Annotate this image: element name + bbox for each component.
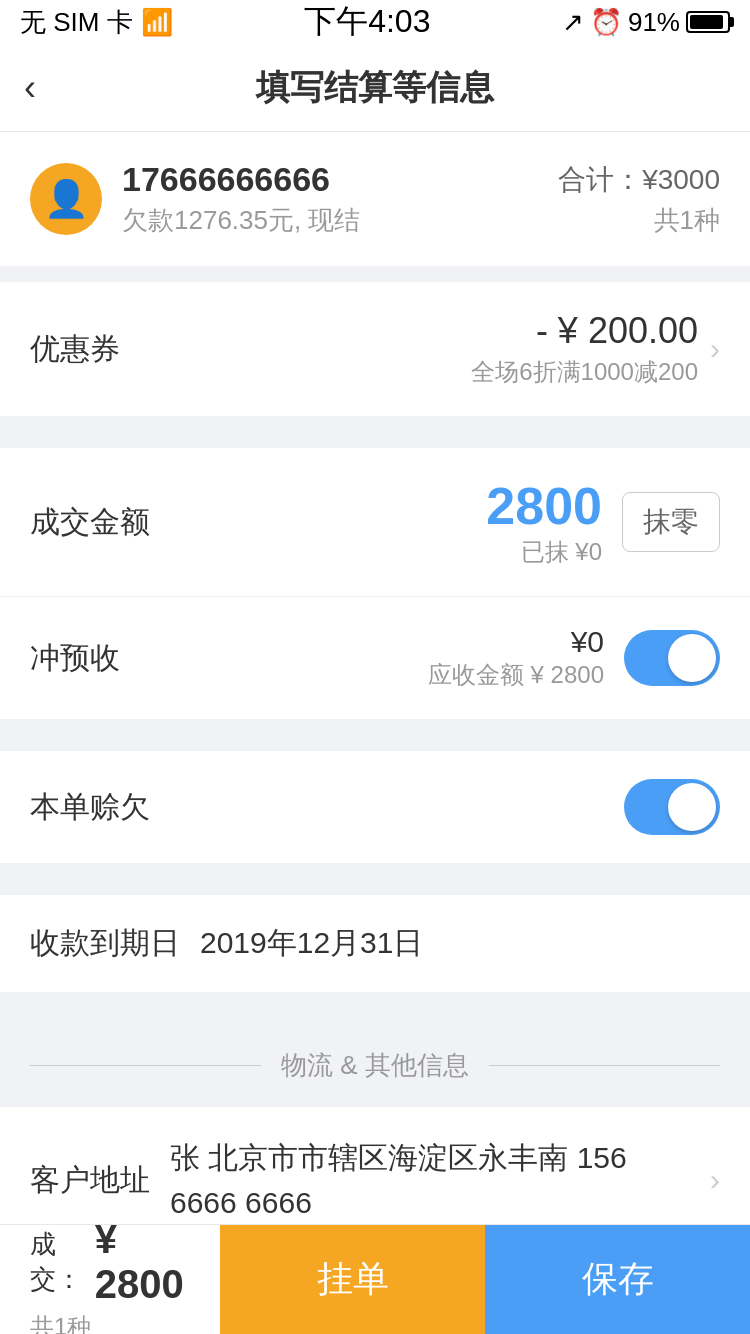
total-label: 合计：¥3000	[558, 161, 720, 199]
credit-toggle[interactable]	[624, 779, 720, 835]
divider-4	[0, 1008, 750, 1024]
alarm-icon: ⏰	[590, 7, 622, 38]
customer-card: 👤 17666666666 欠款1276.35元, 现结 合计：¥3000 共1…	[0, 132, 750, 266]
deal-amount-value: 2800	[486, 476, 602, 536]
credit-label: 本单赊欠	[30, 787, 150, 828]
separator-line-left	[30, 1065, 261, 1066]
save-button[interactable]: 保存	[485, 1225, 750, 1334]
coupon-section: 优惠券 - ¥ 200.00 全场6折满1000减200 ›	[0, 282, 750, 416]
separator-row: 物流 & 其他信息	[0, 1024, 750, 1107]
coupon-label: 优惠券	[30, 329, 120, 370]
status-time: 下午4:03	[304, 0, 430, 44]
battery-icon	[686, 11, 730, 33]
customer-left: 👤 17666666666 欠款1276.35元, 现结	[30, 160, 360, 238]
deal-sub: 已抹 ¥0	[521, 536, 602, 568]
bottom-bar: 成交： ¥ 2800 共1种 挂单 保存	[0, 1224, 750, 1334]
deal-label: 成交金额	[30, 502, 150, 543]
bottom-count: 共1种	[30, 1311, 190, 1335]
address-label: 客户地址	[30, 1160, 150, 1201]
avatar: 👤	[30, 163, 102, 235]
bottom-deal-row: 成交： ¥ 2800	[30, 1217, 190, 1307]
prepayment-row: 冲预收 ¥0 应收金额 ¥ 2800	[0, 596, 750, 719]
back-button[interactable]: ‹	[24, 67, 36, 109]
content-area: 👤 17666666666 欠款1276.35元, 现结 合计：¥3000 共1…	[0, 132, 750, 1334]
carrier-text: 无 SIM 卡	[20, 5, 133, 40]
due-date-section: 收款到期日 2019年12月31日	[0, 895, 750, 992]
bottom-deal-label: 成交：	[30, 1227, 91, 1297]
hold-button[interactable]: 挂单	[220, 1225, 485, 1334]
status-bar: 无 SIM 卡 📶 下午4:03 ↗ ⏰ 91%	[0, 0, 750, 44]
wifi-icon: 📶	[141, 7, 173, 38]
coupon-right: - ¥ 200.00 全场6折满1000减200	[471, 310, 698, 388]
due-date-value: 2019年12月31日	[200, 923, 423, 964]
battery-percent: 91%	[628, 7, 680, 38]
divider-1	[0, 432, 750, 448]
prepayment-toggle[interactable]	[624, 630, 720, 686]
coupon-row[interactable]: 优惠券 - ¥ 200.00 全场6折满1000减200 ›	[0, 282, 750, 416]
location-icon: ↗	[562, 7, 584, 38]
bottom-deal-amount: ¥ 2800	[95, 1217, 190, 1307]
bottom-info: 成交： ¥ 2800 共1种	[0, 1217, 220, 1335]
save-button-label: 保存	[582, 1255, 654, 1304]
customer-info: 17666666666 欠款1276.35元, 现结	[122, 160, 360, 238]
total-count: 共1种	[558, 203, 720, 238]
separator-line-right	[489, 1065, 720, 1066]
round-zero-button[interactable]: 抹零	[622, 492, 720, 552]
credit-section: 本单赊欠	[0, 751, 750, 863]
customer-phone: 17666666666	[122, 160, 360, 199]
status-carrier: 无 SIM 卡 📶	[20, 5, 173, 40]
hold-button-label: 挂单	[317, 1255, 389, 1304]
deal-section: 成交金额 2800 已抹 ¥0 抹零 冲预收 ¥0 应收金额 ¥ 2800	[0, 448, 750, 719]
separator-text: 物流 & 其他信息	[261, 1048, 489, 1083]
divider-2	[0, 735, 750, 751]
credit-toggle-knob	[668, 783, 716, 831]
nav-bar: ‹ 填写结算等信息	[0, 44, 750, 132]
prepayment-label: 冲预收	[30, 638, 120, 679]
toggle-knob	[668, 634, 716, 682]
deal-amount-row: 成交金额 2800 已抹 ¥0 抹零	[0, 448, 750, 596]
prepayment-value-area: ¥0 应收金额 ¥ 2800	[120, 625, 604, 691]
customer-debt: 欠款1276.35元, 现结	[122, 203, 360, 238]
status-right: ↗ ⏰ 91%	[562, 7, 730, 38]
page-title: 填写结算等信息	[256, 65, 494, 111]
due-date-label: 收款到期日	[30, 923, 180, 964]
due-date-row: 收款到期日 2019年12月31日	[0, 895, 750, 992]
customer-right: 合计：¥3000 共1种	[558, 161, 720, 238]
chevron-right-icon: ›	[710, 332, 720, 366]
credit-row: 本单赊欠	[0, 751, 750, 863]
divider-3	[0, 879, 750, 895]
address-value: 张 北京市市辖区海淀区永丰南 156 6666 6666	[170, 1135, 698, 1225]
coupon-desc: 全场6折满1000减200	[471, 356, 698, 388]
deal-value-area: 2800 已抹 ¥0	[150, 476, 602, 568]
prepayment-sub: 应收金额 ¥ 2800	[428, 659, 604, 691]
address-chevron-icon: ›	[710, 1163, 720, 1197]
prepayment-amount: ¥0	[571, 625, 604, 659]
coupon-amount: - ¥ 200.00	[536, 310, 698, 352]
